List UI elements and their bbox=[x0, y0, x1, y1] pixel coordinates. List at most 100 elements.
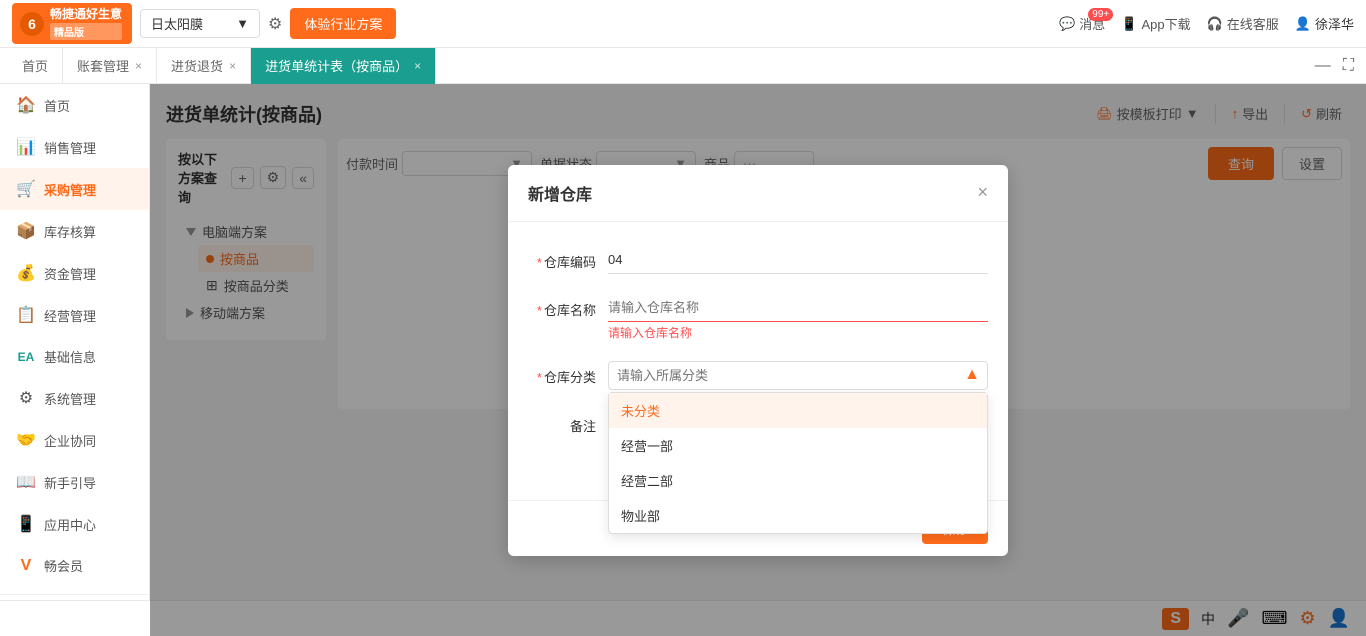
sidebar-item-home[interactable]: 🏠 首页 bbox=[0, 84, 149, 126]
name-input-wrap: 请输入仓库名称 bbox=[608, 294, 988, 341]
sidebar-item-vip[interactable]: V 畅会员 bbox=[0, 545, 149, 586]
messages-badge: 99+ bbox=[1088, 8, 1113, 21]
tab-minimize-button[interactable]: — bbox=[1311, 57, 1335, 75]
sidebar-item-operations[interactable]: 📋 经营管理 bbox=[0, 294, 149, 336]
sidebar-item-purchase-label: 采购管理 bbox=[44, 180, 96, 199]
sidebar-item-system[interactable]: ⚙ 系统管理 bbox=[0, 377, 149, 419]
sidebar-item-enterprise[interactable]: 🤝 企业协同 bbox=[0, 419, 149, 461]
inventory-icon: 📦 bbox=[16, 221, 36, 241]
trial-button[interactable]: 体验行业方案 bbox=[290, 8, 396, 39]
user-avatar-icon: 👤 bbox=[1295, 16, 1311, 32]
tab-purchase-stats[interactable]: 进货单统计表（按商品） × bbox=[251, 48, 436, 84]
guide-icon: 📖 bbox=[16, 472, 36, 492]
name-error-msg: 请输入仓库名称 bbox=[608, 324, 988, 341]
logo-area: 6 畅捷通好生意 精品版 bbox=[12, 3, 132, 44]
store-chevron-icon: ▼ bbox=[236, 16, 249, 31]
logo-badge: 精品版 bbox=[50, 23, 122, 40]
sidebar-item-basic-info-label: 基础信息 bbox=[44, 347, 96, 366]
header-actions: 💬 消息 99+ 📱 App下载 🎧 在线客服 👤 徐泽华 bbox=[1059, 14, 1354, 33]
code-label: *仓库编码 bbox=[528, 246, 608, 271]
apps-icon: 📱 bbox=[16, 514, 36, 534]
tab-purchase-return-label: 进货退货 bbox=[171, 56, 223, 75]
sidebar-item-sales-label: 销售管理 bbox=[44, 138, 96, 157]
tab-purchase-return[interactable]: 进货退货 × bbox=[157, 48, 251, 84]
message-icon: 💬 bbox=[1059, 16, 1075, 32]
tab-accounts-label: 账套管理 bbox=[77, 56, 129, 75]
sidebar-item-home-label: 首页 bbox=[44, 96, 70, 115]
store-name: 日太阳膜 bbox=[151, 14, 203, 33]
category-input[interactable] bbox=[608, 361, 988, 390]
sidebar-item-apps-label: 应用中心 bbox=[44, 515, 96, 534]
new-warehouse-modal: 新增仓库 × *仓库编码 bbox=[508, 165, 1008, 556]
logo-text: 畅捷通好生意 bbox=[50, 7, 122, 23]
app-download-item[interactable]: 📱 App下载 bbox=[1121, 14, 1190, 33]
tab-purchase-stats-label: 进货单统计表（按商品） bbox=[265, 56, 408, 75]
app-download-label: App下载 bbox=[1141, 14, 1190, 33]
sidebar-item-basic-info[interactable]: EA 基础信息 bbox=[0, 336, 149, 377]
modal-header: 新增仓库 × bbox=[508, 165, 1008, 222]
name-label: *仓库名称 bbox=[528, 294, 608, 319]
name-input[interactable] bbox=[608, 294, 988, 322]
note-label: 备注 bbox=[528, 410, 608, 435]
tab-accounts-close[interactable]: × bbox=[135, 59, 142, 73]
sidebar-item-inventory[interactable]: 📦 库存核算 bbox=[0, 210, 149, 252]
basic-info-icon: EA bbox=[16, 350, 36, 364]
modal-title: 新增仓库 bbox=[528, 181, 592, 205]
gear-button[interactable]: ⚙ bbox=[268, 14, 282, 34]
tab-purchase-stats-close[interactable]: × bbox=[414, 59, 421, 73]
sidebar-item-sales[interactable]: 📊 销售管理 bbox=[0, 126, 149, 168]
sidebar-item-apps[interactable]: 📱 应用中心 bbox=[0, 503, 149, 545]
finance-icon: 💰 bbox=[16, 263, 36, 283]
code-input-wrap bbox=[608, 246, 988, 274]
tab-maximize-button[interactable]: ⛶ bbox=[1339, 57, 1358, 75]
category-form-row: *仓库分类 ▲ 未分类 经营一部 经营二部 物业部 bbox=[528, 361, 988, 390]
content-area: 进货单统计(按商品) 🖨 按模板打印 ▼ ↑ 导出 ↺ 刷新 bbox=[150, 84, 1366, 636]
sidebar-item-finance[interactable]: 💰 资金管理 bbox=[0, 252, 149, 294]
sidebar: 🏠 首页 📊 销售管理 🛒 采购管理 📦 库存核算 💰 资金管理 📋 经营管理 … bbox=[0, 84, 150, 636]
enterprise-icon: 🤝 bbox=[16, 430, 36, 450]
logo-icon: 6 bbox=[20, 12, 44, 36]
sidebar-item-vip-label: 畅会员 bbox=[44, 556, 83, 575]
home-icon: 🏠 bbox=[16, 95, 36, 115]
sidebar-item-operations-label: 经营管理 bbox=[44, 306, 96, 325]
tab-home-label: 首页 bbox=[22, 56, 48, 75]
online-service-item[interactable]: 🎧 在线客服 bbox=[1207, 14, 1279, 33]
sidebar-item-guide-label: 新手引导 bbox=[44, 473, 96, 492]
modal-close-button[interactable]: × bbox=[977, 182, 988, 203]
category-label: *仓库分类 bbox=[528, 361, 608, 386]
code-input[interactable] bbox=[608, 246, 988, 274]
tab-purchase-return-close[interactable]: × bbox=[229, 59, 236, 73]
dropdown-item-0[interactable]: 未分类 bbox=[609, 393, 987, 428]
operations-icon: 📋 bbox=[16, 305, 36, 325]
tab-bar: 首页 账套管理 × 进货退货 × 进货单统计表（按商品） × — ⛶ bbox=[0, 48, 1366, 84]
code-form-row: *仓库编码 bbox=[528, 246, 988, 274]
sidebar-item-guide[interactable]: 📖 新手引导 bbox=[0, 461, 149, 503]
purchase-icon: 🛒 bbox=[16, 179, 36, 199]
sidebar-item-enterprise-label: 企业协同 bbox=[44, 431, 96, 450]
sidebar-item-purchase[interactable]: 🛒 采购管理 bbox=[0, 168, 149, 210]
tab-bar-actions: — ⛶ bbox=[1311, 57, 1358, 75]
top-header: 6 畅捷通好生意 精品版 日太阳膜 ▼ ⚙ 体验行业方案 💬 消息 99+ 📱 … bbox=[0, 0, 1366, 48]
headset-icon: 🎧 bbox=[1207, 16, 1223, 32]
dropdown-item-2[interactable]: 经营二部 bbox=[609, 463, 987, 498]
user-item[interactable]: 👤 徐泽华 bbox=[1295, 14, 1354, 33]
username: 徐泽华 bbox=[1315, 14, 1354, 33]
sidebar-item-inventory-label: 库存核算 bbox=[44, 222, 96, 241]
dropdown-item-3[interactable]: 物业部 bbox=[609, 498, 987, 533]
sidebar-item-finance-label: 资金管理 bbox=[44, 264, 96, 283]
dropdown-item-1[interactable]: 经营一部 bbox=[609, 428, 987, 463]
modal-overlay: 新增仓库 × *仓库编码 bbox=[150, 84, 1366, 636]
name-form-row: *仓库名称 请输入仓库名称 bbox=[528, 294, 988, 341]
category-dropdown: 未分类 经营一部 经营二部 物业部 bbox=[608, 392, 988, 534]
category-input-wrap: ▲ 未分类 经营一部 经营二部 物业部 bbox=[608, 361, 988, 390]
tab-accounts[interactable]: 账套管理 × bbox=[63, 48, 157, 84]
modal-body: *仓库编码 *仓库名称 请输入仓库名称 bbox=[508, 222, 1008, 500]
store-selector[interactable]: 日太阳膜 ▼ bbox=[140, 9, 260, 38]
vip-icon: V bbox=[16, 557, 36, 575]
sales-icon: 📊 bbox=[16, 137, 36, 157]
tab-home[interactable]: 首页 bbox=[8, 48, 63, 84]
app-icon: 📱 bbox=[1121, 16, 1137, 32]
online-service-label: 在线客服 bbox=[1227, 14, 1279, 33]
main-layout: 🏠 首页 📊 销售管理 🛒 采购管理 📦 库存核算 💰 资金管理 📋 经营管理 … bbox=[0, 84, 1366, 636]
messages-item[interactable]: 💬 消息 99+ bbox=[1059, 14, 1105, 33]
